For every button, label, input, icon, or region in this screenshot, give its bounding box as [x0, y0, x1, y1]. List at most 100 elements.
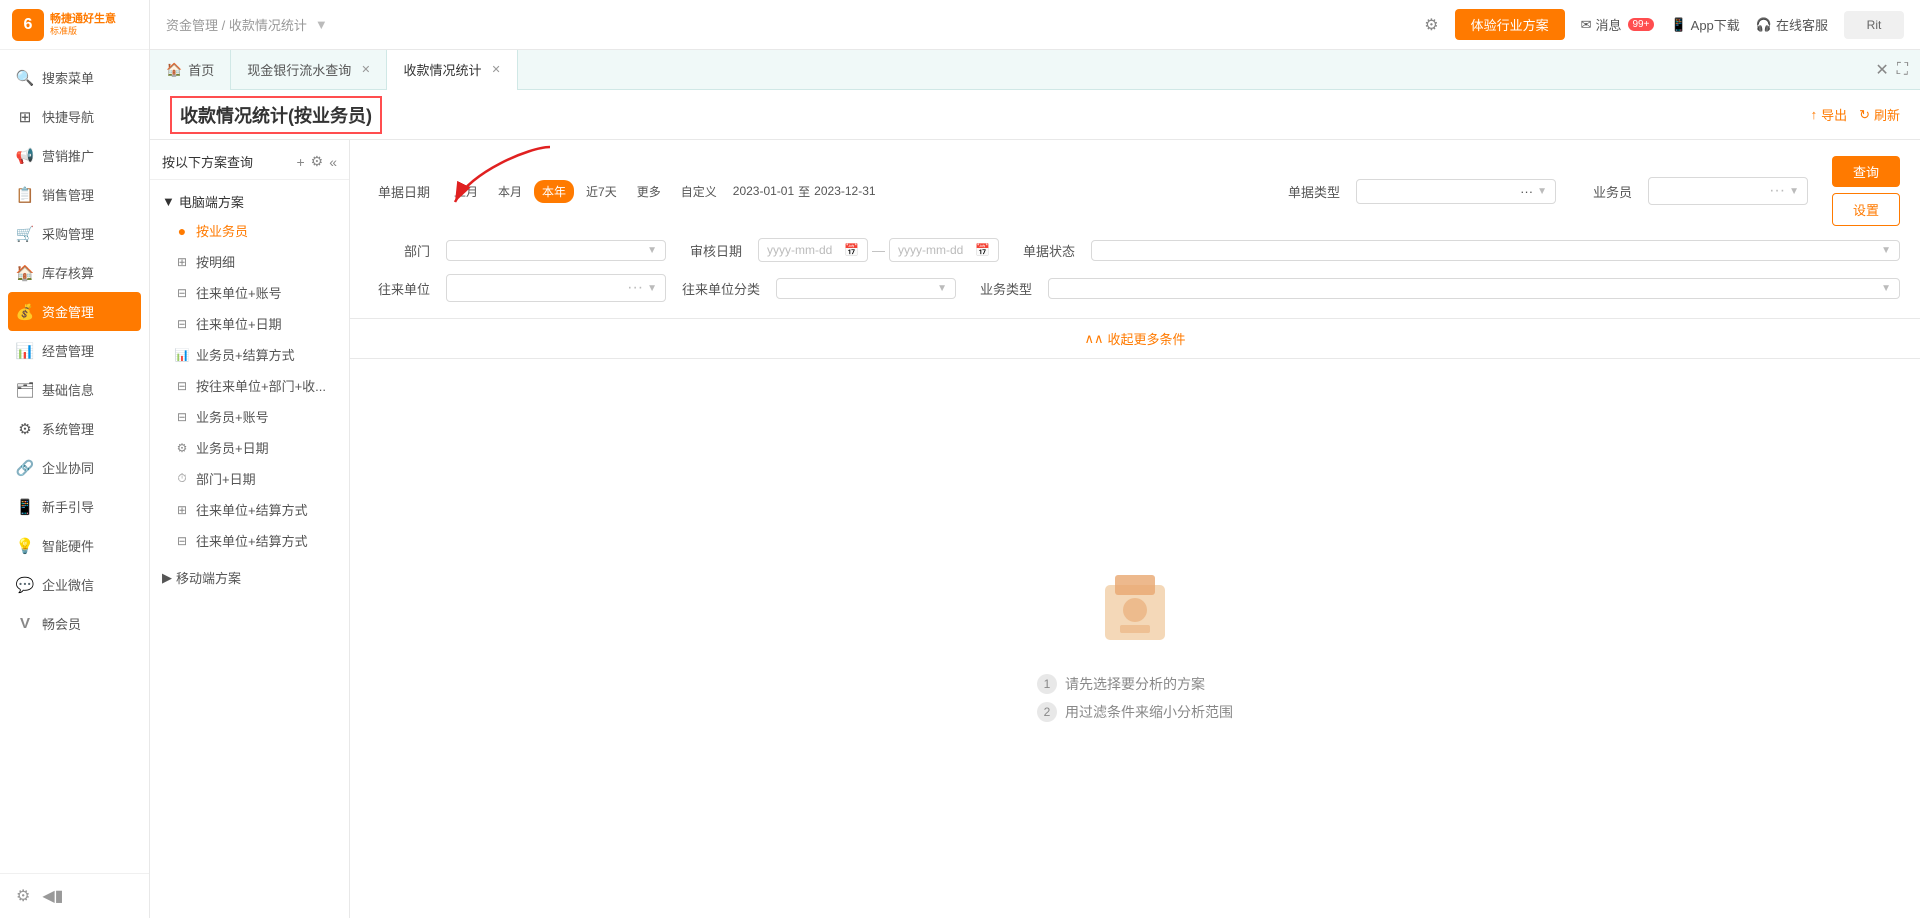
inventory-icon: 🏠: [16, 264, 34, 282]
date-tab-custom[interactable]: 自定义: [673, 180, 725, 203]
page-title: 收款情况统计(按业务员): [170, 96, 382, 134]
online-service-btn[interactable]: 🎧 在线客服: [1756, 15, 1828, 34]
header-actions: ↑ 导出 ↻ 刷新: [1811, 105, 1900, 124]
date-tab-this-year[interactable]: 本年: [534, 180, 574, 203]
scheme-item-partner-settle1[interactable]: ⊞ 往来单位+结算方式: [150, 494, 349, 525]
maximize-icon[interactable]: ⛶: [1897, 61, 1908, 79]
scheme-item-partner-settle2[interactable]: ⊟ 往来单位+结算方式: [150, 525, 349, 556]
scheme-item-partner-date[interactable]: ⊟ 往来单位+日期: [150, 308, 349, 339]
export-button[interactable]: ↑ 导出: [1811, 105, 1848, 124]
date-tab-7days[interactable]: 近7天: [578, 180, 625, 203]
breadcrumb-text: 资金管理 / 收款情况统计: [166, 15, 307, 34]
chevron-right-icon: ▶: [162, 570, 172, 586]
collapse-panel-icon[interactable]: «: [329, 154, 337, 170]
logo-area: 6 畅捷通好生意 标准版: [0, 0, 149, 50]
sidebar-item-sales[interactable]: 📋 销售管理: [0, 175, 149, 214]
salesman-label: 业务员: [1572, 182, 1632, 201]
table1-icon: ⊟: [174, 285, 190, 301]
action-buttons: 查询 设置: [1832, 156, 1900, 226]
scheme-item-by-salesman[interactable]: ● 按业务员: [150, 215, 349, 246]
date-tab-last-month[interactable]: 上月: [446, 180, 486, 203]
salesman-select[interactable]: ··· ▼: [1648, 177, 1808, 205]
app-download-btn[interactable]: 📱 App下载: [1670, 15, 1739, 34]
review-date-end[interactable]: yyyy-mm-dd 📅: [889, 238, 999, 262]
scheme-item-salesman-account[interactable]: ⊟ 业务员+账号: [150, 401, 349, 432]
partner-cat-arrow-icon: ▼: [937, 283, 947, 294]
tip-num-1: 1: [1037, 674, 1057, 694]
sidebar-item-wechat[interactable]: 💬 企业微信: [0, 565, 149, 604]
scheme-item-by-detail[interactable]: ⊞ 按明细: [150, 246, 349, 277]
refresh-icon: ↻: [1859, 107, 1870, 123]
sidebar-item-enterprise[interactable]: 🔗 企业协同: [0, 448, 149, 487]
doc-type-select[interactable]: ··· ▼: [1356, 179, 1556, 204]
chevron-down-icon: ▼: [162, 194, 175, 209]
panel-icons: + ⚙ «: [296, 153, 337, 170]
partner-category-select[interactable]: ▼: [776, 278, 956, 299]
mobile-scheme-toggle[interactable]: ▶ 移动端方案: [150, 564, 349, 591]
sidebar-item-marketing[interactable]: 📢 营销推广: [0, 136, 149, 175]
date-field-label: 单据日期: [370, 182, 430, 201]
salesman-arrow-icon: ▼: [1789, 186, 1799, 197]
biz-type-arrow-icon: ▼: [1881, 283, 1891, 294]
empty-tips: 1 请先选择要分析的方案 2 用过滤条件来缩小分析范围: [1037, 674, 1233, 722]
sidebar-item-capital[interactable]: 💰 资金管理: [8, 292, 141, 331]
partner-select[interactable]: ··· ▼: [446, 274, 666, 302]
scheme-item-partner-dept[interactable]: ⊟ 按往来单位+部门+收...: [150, 370, 349, 401]
scheme-item-partner-account[interactable]: ⊟ 往来单位+账号: [150, 277, 349, 308]
scheme-item-salesman-settle[interactable]: 📊 业务员+结算方式: [150, 339, 349, 370]
gear2-icon: ⚙: [174, 440, 190, 456]
scheme-item-salesman-date[interactable]: ⚙ 业务员+日期: [150, 432, 349, 463]
sidebar-item-guide[interactable]: 📱 新手引导: [0, 487, 149, 526]
add-scheme-btn[interactable]: +: [296, 154, 304, 170]
message-btn[interactable]: ✉ 消息 99+: [1581, 15, 1655, 34]
sidebar-item-operation[interactable]: 📊 经营管理: [0, 331, 149, 370]
date-control: 上月 本月 本年 近7天 更多 自定义 2023-01-01 至 2023-12…: [446, 180, 1264, 203]
doc-status-select[interactable]: ▼: [1091, 240, 1900, 261]
close-window-icon[interactable]: ✕: [1875, 60, 1888, 80]
partner-more-icon[interactable]: ···: [627, 279, 643, 297]
guide-icon: 📱: [16, 498, 34, 516]
salesman-more-icon[interactable]: ···: [1769, 182, 1785, 200]
sidebar-item-system[interactable]: ⚙ 系统管理: [0, 409, 149, 448]
tab-home[interactable]: 🏠 首页: [150, 50, 231, 90]
sidebar-item-quick-nav[interactable]: ⊞ 快捷导航: [0, 97, 149, 136]
refresh-button[interactable]: ↻ 刷新: [1859, 105, 1900, 124]
collapse-bar[interactable]: ∧∧ 收起更多条件: [350, 319, 1920, 359]
user-avatar[interactable]: Rit: [1844, 11, 1904, 39]
empty-tip-2: 2 用过滤条件来缩小分析范围: [1037, 702, 1233, 722]
footer-settings-btn[interactable]: ⚙: [16, 886, 30, 906]
desktop-scheme-toggle[interactable]: ▼ 电脑端方案: [150, 188, 349, 215]
query-button[interactable]: 查询: [1832, 156, 1900, 187]
sidebar-item-basic[interactable]: 🗂 基础信息: [0, 370, 149, 409]
footer-collapse-btn[interactable]: ◀▮: [42, 886, 63, 906]
review-date-start[interactable]: yyyy-mm-dd 📅: [758, 238, 868, 262]
table5-icon: ⊟: [174, 533, 190, 549]
scheme-settings-icon[interactable]: ⚙: [311, 153, 324, 170]
sidebar-item-inventory[interactable]: 🏠 库存核算: [0, 253, 149, 292]
tab-bank-close[interactable]: ✕: [361, 63, 370, 76]
doc-status-label: 单据状态: [1015, 241, 1075, 260]
topbar: 资金管理 / 收款情况统计 ▼ ⚙ 体验行业方案 ✉ 消息 99+ 📱 App下…: [150, 0, 1920, 50]
tab-bank[interactable]: 现金银行流水查询 ✕: [231, 50, 387, 90]
search-icon: 🔍: [16, 69, 34, 87]
sidebar-item-purchase[interactable]: 🛒 采购管理: [0, 214, 149, 253]
scheme-item-dept-date[interactable]: ⏱ 部门+日期: [150, 463, 349, 494]
dept-select[interactable]: ▼: [446, 240, 666, 261]
set-button[interactable]: 设置: [1832, 193, 1900, 226]
doc-status-arrow-icon: ▼: [1881, 245, 1891, 256]
dropdown-arrow-icon[interactable]: ▼: [315, 17, 328, 32]
sidebar-item-hardware[interactable]: 💡 智能硬件: [0, 526, 149, 565]
filter-row-1: 单据日期 上月 本月 本年 近7天 更多 自定义 2023-01-01 至: [370, 156, 1900, 226]
topbar-gear-icon[interactable]: ⚙: [1424, 15, 1438, 35]
biz-type-select[interactable]: ▼: [1048, 278, 1900, 299]
date-tab-more[interactable]: 更多: [629, 180, 669, 203]
tab-collection[interactable]: 收款情况统计 ✕: [387, 50, 517, 90]
sidebar-item-search[interactable]: 🔍 搜索菜单: [0, 58, 149, 97]
doc-type-more-icon[interactable]: ···: [1520, 184, 1533, 199]
clock-icon: ⏱: [174, 471, 190, 487]
trial-button[interactable]: 体验行业方案: [1455, 9, 1565, 40]
tab-collection-close[interactable]: ✕: [491, 63, 500, 76]
sidebar-item-member[interactable]: V 畅会员: [0, 604, 149, 643]
date-tab-this-month[interactable]: 本月: [490, 180, 530, 203]
collapse-up-icon: ∧∧: [1084, 331, 1103, 347]
